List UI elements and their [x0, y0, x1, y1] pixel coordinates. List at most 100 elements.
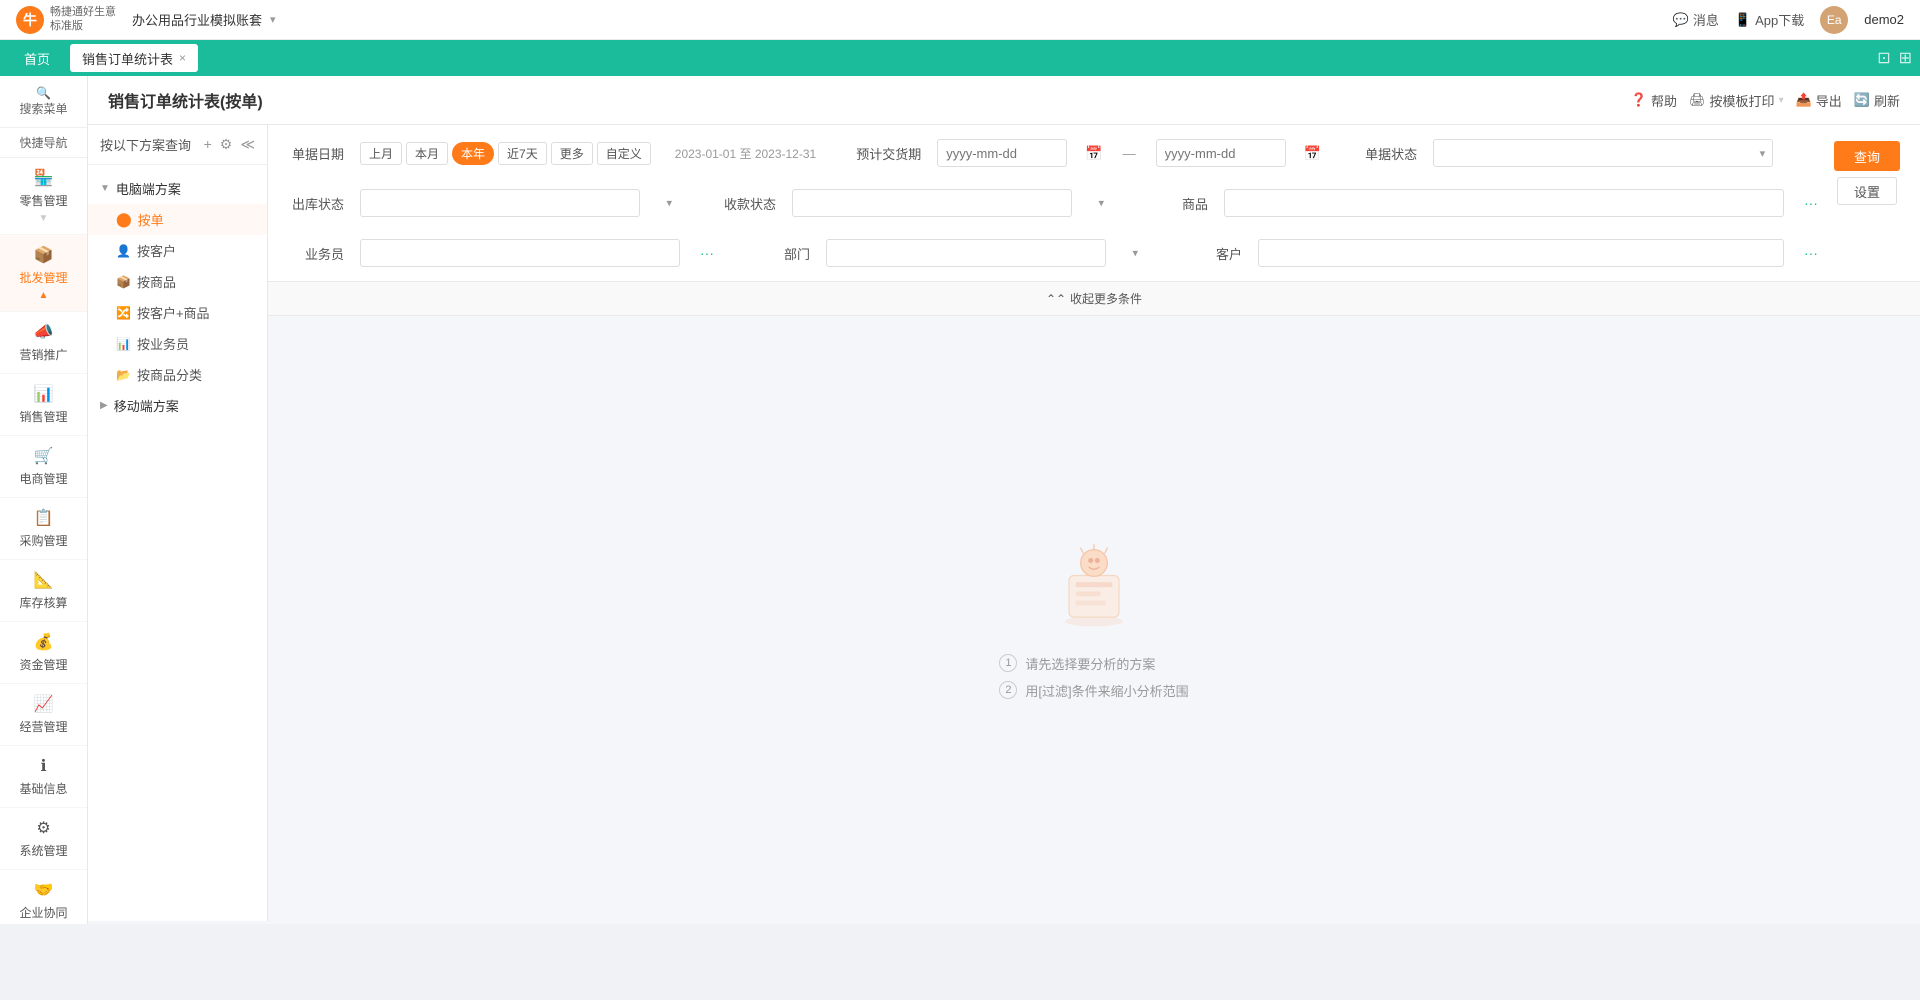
calendar-icon-1[interactable]: 📅 [1085, 145, 1102, 162]
right-panel: 单据日期 上月 本月 本年 近7天 更多 自定义 2023-01-01 至 20… [268, 125, 1920, 921]
search-icon: 🔍 [36, 86, 51, 100]
salesman-input[interactable] [360, 239, 680, 267]
avatar-text: Ea [1827, 13, 1842, 27]
date-btn-last-month[interactable]: 上月 [360, 142, 402, 165]
query-button[interactable]: 查询 [1834, 141, 1900, 171]
sidebar-item-purchase[interactable]: 📋 采购管理 [0, 498, 87, 560]
system-icon: ⚙ [36, 818, 50, 838]
maximize-button[interactable]: ⊞ [1899, 48, 1912, 68]
tabbar-right: ⊡ ⊞ [1877, 48, 1912, 68]
print-button[interactable]: 🖨 按模板打印 ▾ [1689, 91, 1784, 110]
empty-tip-1: 1 请先选择要分析的方案 [999, 654, 1188, 673]
sidebar-item-wholesale[interactable]: 📦 批发管理 ▲ [0, 235, 87, 312]
corp-icon: 🤝 [34, 880, 54, 900]
tree-item-by-customer[interactable]: 👤 按客户 [88, 235, 267, 266]
sidebar: 🔍 搜索菜单 快捷导航 🏪 零售管理 ▼ 📦 批发管理 ▲ 📣 营销推广 📊 销… [0, 76, 88, 924]
expected-date-end[interactable] [1156, 139, 1286, 167]
goods-more-icon[interactable]: ··· [1804, 195, 1818, 211]
sales-icon: 📊 [34, 384, 54, 404]
calendar-icon-2[interactable]: 📅 [1304, 145, 1321, 162]
download-action[interactable]: 📱 App下载 [1735, 10, 1804, 29]
sidebar-item-inventory[interactable]: 📐 库存核算 [0, 560, 87, 622]
refresh-button[interactable]: 🔄 刷新 [1854, 91, 1900, 110]
sidebar-search[interactable]: 🔍 搜索菜单 [0, 76, 87, 128]
tree-item-by-order[interactable]: ⬤ 按单 [88, 204, 267, 235]
export-button[interactable]: 📤 导出 [1796, 91, 1842, 110]
payment-select-wrapper [792, 189, 1112, 217]
tab-active[interactable]: 销售订单统计表 × [70, 44, 198, 72]
sidebar-item-system[interactable]: ⚙ 系统管理 [0, 808, 87, 870]
sidebar-item-corp[interactable]: 🤝 企业协同 [0, 870, 87, 924]
tab-close-icon[interactable]: × [179, 51, 186, 65]
sidebar-nav[interactable]: 快捷导航 [0, 128, 87, 158]
status-label: 单据状态 [1361, 144, 1417, 163]
tip-text-2: 用[过滤]条件来缩小分析范围 [1025, 681, 1188, 700]
tree-item-by-salesman[interactable]: 📊 按业务员 [88, 328, 267, 359]
sidebar-item-sales[interactable]: 📊 销售管理 [0, 374, 87, 436]
status-select[interactable] [1433, 139, 1773, 167]
date-btn-this-year[interactable]: 本年 [452, 142, 494, 165]
export-icon: 📤 [1796, 92, 1812, 108]
sidebar-item-marketing[interactable]: 📣 营销推广 [0, 312, 87, 374]
retail-icon: 🏪 [34, 168, 54, 188]
sidebar-item-retail[interactable]: 🏪 零售管理 ▼ [0, 158, 87, 235]
sidebar-item-base[interactable]: ℹ 基础信息 [0, 746, 87, 808]
collapse-panel-icon[interactable]: ≪ [240, 136, 255, 153]
tree-item-by-goods[interactable]: 📦 按商品 [88, 266, 267, 297]
date-btn-last-7[interactable]: 近7天 [498, 142, 547, 165]
goods-input[interactable] [1224, 189, 1784, 217]
settings-button[interactable]: 设置 [1837, 177, 1897, 205]
tree-group-mobile[interactable]: ▶ 移动端方案 [88, 390, 267, 421]
sidebar-item-operations[interactable]: 📈 经营管理 [0, 684, 87, 746]
topbar-dropdown-icon[interactable]: ▾ [270, 13, 276, 26]
expected-date-start[interactable] [937, 139, 1067, 167]
by-salesman-icon: 📊 [116, 337, 131, 351]
tree-item-by-customer-goods[interactable]: 🔀 按客户+商品 [88, 297, 267, 328]
filter-row-delivery: 出库状态 收款状态 商品 ··· [288, 189, 1818, 217]
sidebar-item-finance[interactable]: 💰 资金管理 [0, 622, 87, 684]
message-action[interactable]: 💬 消息 [1673, 10, 1719, 29]
settings-scheme-icon[interactable]: ⚙ [220, 136, 233, 153]
dept-label: 部门 [754, 244, 810, 263]
by-category-icon: 📂 [116, 368, 131, 382]
help-button[interactable]: ❓ 帮助 [1631, 91, 1677, 110]
logo-text: 畅捷通好生意 标准版 [50, 6, 116, 32]
add-scheme-icon[interactable]: + [204, 136, 212, 153]
tree-desktop-label: 电脑端方案 [116, 179, 181, 198]
customer-more-icon[interactable]: ··· [1804, 245, 1818, 261]
sidebar-search-label: 搜索菜单 [19, 102, 67, 116]
tree-item-by-category[interactable]: 📂 按商品分类 [88, 359, 267, 390]
tab-home[interactable]: 首页 [8, 44, 66, 72]
avatar[interactable]: Ea [1820, 6, 1848, 34]
dept-select-wrapper [826, 239, 1146, 267]
main-layout: 🔍 搜索菜单 快捷导航 🏪 零售管理 ▼ 📦 批发管理 ▲ 📣 营销推广 📊 销… [0, 76, 1920, 924]
tree-group-desktop[interactable]: ▼ 电脑端方案 [88, 173, 267, 204]
date-btn-more[interactable]: 更多 [551, 142, 593, 165]
salesman-more-icon[interactable]: ··· [700, 245, 714, 261]
sidebar-item-ecommerce[interactable]: 🛒 电商管理 [0, 436, 87, 498]
status-select-wrapper: ▾ [1433, 139, 1773, 167]
print-icon: 🖨 [1689, 92, 1706, 108]
tip-text-1: 请先选择要分析的方案 [1025, 654, 1155, 673]
tree-item-by-salesman-label: 按业务员 [137, 334, 189, 353]
sidebar-item-inventory-label: 库存核算 [19, 594, 67, 611]
sidebar-item-ecommerce-label: 电商管理 [19, 470, 67, 487]
delivery-select[interactable] [360, 189, 640, 217]
customer-input[interactable] [1258, 239, 1784, 267]
tabbar: 首页 销售订单统计表 × ⊡ ⊞ [0, 40, 1920, 76]
customer-label: 客户 [1186, 244, 1242, 263]
payment-select[interactable] [792, 189, 1072, 217]
content-area: 销售订单统计表(按单) ❓ 帮助 🖨 按模板打印 ▾ 📤 导出 🔄 刷新 [88, 76, 1920, 924]
base-icon: ℹ [40, 756, 46, 776]
minimize-button[interactable]: ⊡ [1877, 48, 1890, 68]
date-btn-this-month[interactable]: 本月 [406, 142, 448, 165]
filter-area: 单据日期 上月 本月 本年 近7天 更多 自定义 2023-01-01 至 20… [268, 125, 1920, 282]
page-actions: ❓ 帮助 🖨 按模板打印 ▾ 📤 导出 🔄 刷新 [1631, 91, 1900, 110]
goods-label: 商品 [1152, 194, 1208, 213]
collapse-button[interactable]: ⌃⌃ 收起更多条件 [1046, 290, 1142, 307]
dept-select[interactable] [826, 239, 1106, 267]
by-goods-icon: 📦 [116, 275, 131, 289]
date-btn-custom[interactable]: 自定义 [597, 142, 651, 165]
by-order-icon: ⬤ [116, 211, 132, 228]
collapse-bar: ⌃⌃ 收起更多条件 [268, 282, 1920, 316]
